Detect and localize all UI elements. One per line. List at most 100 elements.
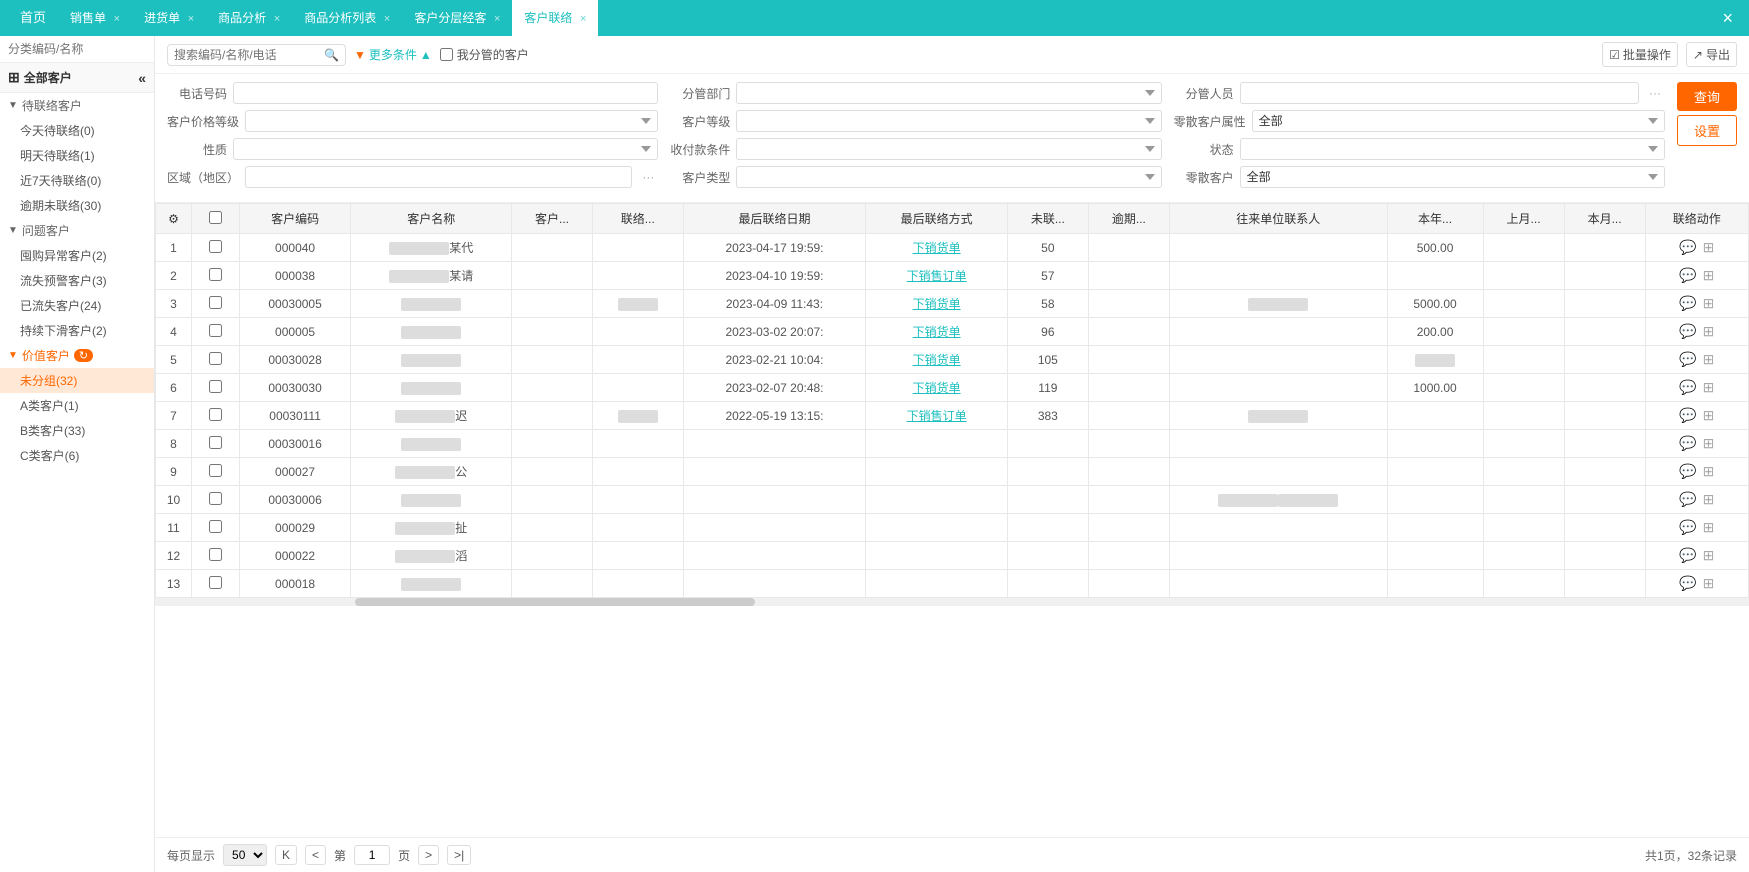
close-tab-product-list[interactable]: × (384, 13, 390, 25)
payment-select[interactable] (736, 138, 1161, 160)
grid-action-icon[interactable]: ⊞ (1703, 435, 1715, 452)
message-icon[interactable]: 💬 (1679, 435, 1696, 452)
message-icon[interactable]: 💬 (1679, 463, 1696, 480)
message-icon[interactable]: 💬 (1679, 323, 1696, 340)
message-icon[interactable]: 💬 (1679, 295, 1696, 312)
message-icon[interactable]: 💬 (1679, 407, 1696, 424)
tab-customer-contact[interactable]: 客户联络 × (512, 0, 598, 36)
group-problem-customers[interactable]: ▼ 问题客户 (0, 218, 154, 243)
search-icon[interactable]: 🔍 (324, 48, 339, 62)
sidebar-item-overdue[interactable]: 逾期未联络(30) (0, 193, 154, 218)
status-select[interactable] (1240, 138, 1665, 160)
group-value-customers[interactable]: ▼ 价值客户 ↻ (0, 343, 154, 368)
price-grade-select[interactable] (245, 110, 658, 132)
message-icon[interactable]: 💬 (1679, 267, 1696, 284)
row-select-checkbox[interactable] (209, 352, 222, 365)
close-tab-sales[interactable]: × (114, 13, 120, 25)
reset-button[interactable]: 设置 (1677, 115, 1737, 146)
row-select-checkbox[interactable] (209, 324, 222, 337)
message-icon[interactable]: 💬 (1679, 491, 1696, 508)
row-select-checkbox[interactable] (209, 408, 222, 421)
person-input[interactable] (1240, 82, 1639, 104)
horizontal-scrollbar[interactable] (155, 598, 1749, 606)
row-select-checkbox[interactable] (209, 436, 222, 449)
collapse-icon[interactable]: « (138, 70, 146, 86)
select-all-checkbox[interactable] (209, 211, 222, 224)
page-number-input[interactable] (354, 845, 390, 865)
tab-sales-order[interactable]: 销售单 × (58, 0, 132, 36)
grid-action-icon[interactable]: ⊞ (1703, 323, 1715, 340)
batch-operation-button[interactable]: ☑ 批量操作 (1602, 42, 1678, 67)
prev-page-button[interactable]: < (305, 845, 326, 865)
phone-input[interactable] (233, 82, 658, 104)
grid-action-icon[interactable]: ⊞ (1703, 267, 1715, 284)
close-tab-segment[interactable]: × (494, 13, 500, 25)
grid-action-icon[interactable]: ⊞ (1703, 379, 1715, 396)
row-select-checkbox[interactable] (209, 240, 222, 253)
row-select-checkbox[interactable] (209, 520, 222, 533)
region-input[interactable] (245, 166, 632, 188)
sidebar-item-tomorrow[interactable]: 明天待联络(1) (0, 143, 154, 168)
grid-action-icon[interactable]: ⊞ (1703, 351, 1715, 368)
sparse-attr-select[interactable]: 全部 (1252, 110, 1665, 132)
more-conditions-button[interactable]: ▼ 更多条件 ▲ (354, 46, 432, 63)
last-page-button[interactable]: >| (447, 845, 471, 865)
grid-action-icon[interactable]: ⊞ (1703, 575, 1715, 592)
tab-customer-segment[interactable]: 客户分层经客 × (402, 0, 512, 36)
grid-action-icon[interactable]: ⊞ (1703, 519, 1715, 536)
close-tab-product-analysis[interactable]: × (274, 13, 280, 25)
row-select-checkbox[interactable] (209, 464, 222, 477)
grid-action-icon[interactable]: ⊞ (1703, 295, 1715, 312)
group-pending-contact[interactable]: ▼ 待联络客户 (0, 93, 154, 118)
scrollbar-thumb[interactable] (355, 598, 755, 606)
sidebar-search-input[interactable] (8, 42, 155, 56)
row-select-checkbox[interactable] (209, 492, 222, 505)
grid-action-icon[interactable]: ⊞ (1703, 463, 1715, 480)
my-customers-checkbox[interactable] (440, 48, 453, 61)
sidebar-item-churn-warning[interactable]: 流失预警客户(3) (0, 268, 154, 293)
nature-select[interactable] (233, 138, 658, 160)
dept-select[interactable] (736, 82, 1161, 104)
close-tab-purchase[interactable]: × (188, 13, 194, 25)
page-size-select[interactable]: 50 (223, 844, 267, 866)
window-close-button[interactable]: × (1714, 8, 1741, 29)
close-tab-contact[interactable]: × (580, 13, 586, 25)
message-icon[interactable]: 💬 (1679, 351, 1696, 368)
grid-action-icon[interactable]: ⊞ (1703, 239, 1715, 256)
sparse-customer-select[interactable]: 全部 (1240, 166, 1665, 188)
row-select-checkbox[interactable] (209, 380, 222, 393)
grid-action-icon[interactable]: ⊞ (1703, 491, 1715, 508)
message-icon[interactable]: 💬 (1679, 547, 1696, 564)
sidebar-item-b-class[interactable]: B类客户(33) (0, 418, 154, 443)
message-icon[interactable]: 💬 (1679, 379, 1696, 396)
sidebar-item-hoarding[interactable]: 囤购异常客户(2) (0, 243, 154, 268)
more-persons-icon[interactable]: ··· (1645, 86, 1665, 100)
all-customers-header[interactable]: ⊞ 全部客户 « (0, 63, 154, 93)
sidebar-item-today[interactable]: 今天待联络(0) (0, 118, 154, 143)
row-select-checkbox[interactable] (209, 548, 222, 561)
sidebar-item-ungrouped[interactable]: 未分组(32) (0, 368, 154, 393)
message-icon[interactable]: 💬 (1679, 519, 1696, 536)
query-button[interactable]: 查询 (1677, 82, 1737, 111)
next-page-button[interactable]: > (418, 845, 439, 865)
row-select-checkbox[interactable] (209, 576, 222, 589)
sidebar-item-c-class[interactable]: C类客户(6) (0, 443, 154, 468)
sidebar-item-a-class[interactable]: A类客户(1) (0, 393, 154, 418)
row-select-checkbox[interactable] (209, 296, 222, 309)
tab-purchase-order[interactable]: 进货单 × (132, 0, 206, 36)
sidebar-item-churned[interactable]: 已流失客户(24) (0, 293, 154, 318)
tab-product-analysis[interactable]: 商品分析 × (206, 0, 292, 36)
customer-grade-select[interactable] (736, 110, 1161, 132)
tab-product-analysis-list[interactable]: 商品分析列表 × (292, 0, 402, 36)
sidebar-item-declining[interactable]: 持续下滑客户(2) (0, 318, 154, 343)
settings-header[interactable]: ⚙ (156, 204, 192, 234)
row-select-checkbox[interactable] (209, 268, 222, 281)
customer-type-select[interactable] (736, 166, 1161, 188)
message-icon[interactable]: 💬 (1679, 239, 1696, 256)
grid-action-icon[interactable]: ⊞ (1703, 547, 1715, 564)
message-icon[interactable]: 💬 (1679, 575, 1696, 592)
more-region-icon[interactable]: ··· (638, 170, 658, 184)
export-button[interactable]: ↗ 导出 (1686, 42, 1737, 67)
sidebar-item-7days[interactable]: 近7天待联络(0) (0, 168, 154, 193)
grid-action-icon[interactable]: ⊞ (1703, 407, 1715, 424)
